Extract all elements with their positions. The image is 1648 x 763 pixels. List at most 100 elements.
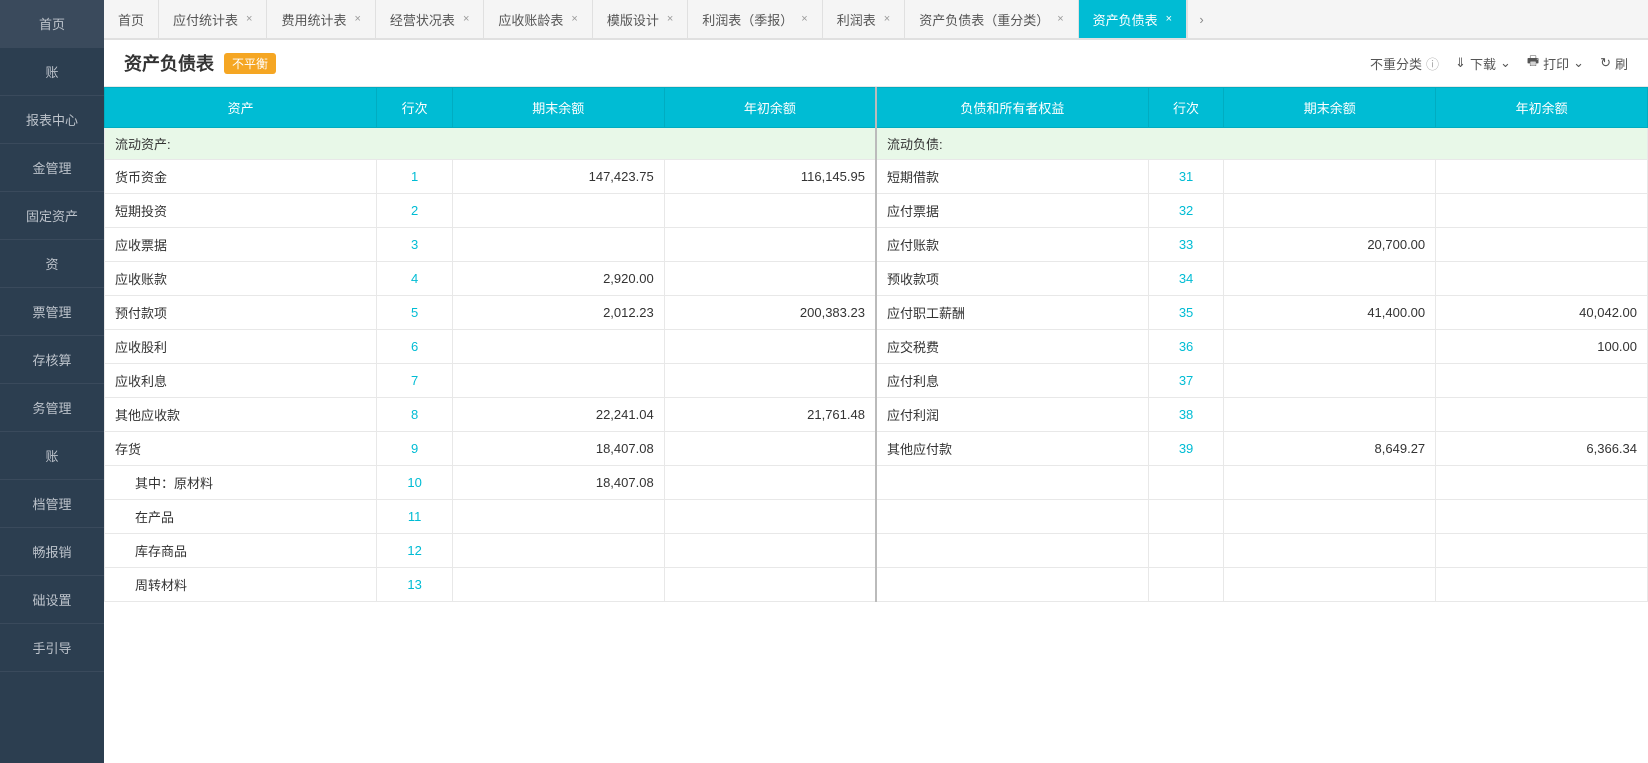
cell-liability-end-amount: 8,649.27 bbox=[1224, 432, 1436, 466]
sidebar-item-ticket-management[interactable]: 票管理 bbox=[0, 288, 104, 336]
cell-liability bbox=[876, 568, 1148, 602]
cell-liability: 其他应付款 bbox=[876, 432, 1148, 466]
cell-liability-row-num bbox=[1148, 568, 1224, 602]
cell-liability-row-num bbox=[1148, 500, 1224, 534]
sidebar-item-tax-management[interactable]: 务管理 bbox=[0, 384, 104, 432]
unbalanced-badge: 不平衡 bbox=[224, 53, 276, 74]
tab-close-receivable-aging[interactable]: × bbox=[571, 13, 577, 25]
sidebar-item-ledger[interactable]: 账 bbox=[0, 432, 104, 480]
tab-receivable-aging[interactable]: 应收账龄表 × bbox=[484, 0, 592, 39]
header-actions: 不重分类 ⓘ ⇓ 下载 ⌄ 🖶 打印 ⌄ ↻ 刷 bbox=[1370, 52, 1628, 74]
cell-liability-end-amount bbox=[1224, 568, 1436, 602]
tab-template-design[interactable]: 模版设计 × bbox=[593, 0, 688, 39]
section-current-assets-label: 流动资产: bbox=[105, 128, 876, 160]
sidebar-item-home[interactable]: 首页 bbox=[0, 0, 104, 48]
tab-close-template-design[interactable]: × bbox=[667, 13, 673, 25]
sidebar-item-fixed-assets[interactable]: 固定资产 bbox=[0, 192, 104, 240]
cell-begin-amount bbox=[664, 330, 876, 364]
table-row: 短期投资 2 应付票据 32 bbox=[105, 194, 1648, 228]
cell-liability-end-amount: 41,400.00 bbox=[1224, 296, 1436, 330]
header-begin-balance: 年初余额 bbox=[664, 88, 876, 128]
tab-close-payable-stats[interactable]: × bbox=[246, 13, 252, 25]
cell-liability-row-num: 32 bbox=[1148, 194, 1224, 228]
sidebar-item-basic-settings[interactable]: 础设置 bbox=[0, 576, 104, 624]
sidebar-item-inventory[interactable]: 存核算 bbox=[0, 336, 104, 384]
page-title-area: 资产负债表 不平衡 bbox=[124, 50, 276, 76]
cell-liability-end-amount bbox=[1224, 500, 1436, 534]
tab-scroll-right[interactable]: › bbox=[1187, 0, 1215, 39]
cell-end-amount bbox=[452, 194, 664, 228]
cell-begin-amount bbox=[664, 262, 876, 296]
tab-close-profit-quarterly[interactable]: × bbox=[801, 13, 807, 25]
sidebar-item-expense[interactable]: 畅报销 bbox=[0, 528, 104, 576]
tab-operation-status[interactable]: 经营状况表 × bbox=[376, 0, 484, 39]
cell-liability-end-amount bbox=[1224, 194, 1436, 228]
cell-row-num: 2 bbox=[377, 194, 453, 228]
print-chevron-icon: ⌄ bbox=[1573, 55, 1584, 71]
page-title: 资产负债表 bbox=[124, 50, 214, 76]
table-row: 应收账款 4 2,920.00 预收款项 34 bbox=[105, 262, 1648, 296]
cell-asset: 预付款项 bbox=[105, 296, 377, 330]
download-icon: ⇓ bbox=[1455, 55, 1466, 71]
cell-liability-row-num: 38 bbox=[1148, 398, 1224, 432]
table-row: 在产品 11 bbox=[105, 500, 1648, 534]
tab-payable-stats[interactable]: 应付统计表 × bbox=[159, 0, 267, 39]
table-row: 其他应收款 8 22,241.04 21,761.48 应付利润 38 bbox=[105, 398, 1648, 432]
tab-profit[interactable]: 利润表 × bbox=[823, 0, 905, 39]
cell-liability: 应付利息 bbox=[876, 364, 1148, 398]
cell-end-amount bbox=[452, 534, 664, 568]
table-header-row: 资产 行次 期末余额 年初余额 负债和所有者权益 行次 期末余额 年初余额 bbox=[105, 88, 1648, 128]
table-row: 其中：原材料 10 18,407.08 bbox=[105, 466, 1648, 500]
tab-close-balance-sheet[interactable]: × bbox=[1166, 13, 1172, 25]
sidebar-item-file-management[interactable]: 档管理 bbox=[0, 480, 104, 528]
section-current-liabilities-label: 流动负债: bbox=[876, 128, 1648, 160]
tab-close-operation-status[interactable]: × bbox=[463, 13, 469, 25]
cell-begin-amount bbox=[664, 364, 876, 398]
tab-balance-reclassified[interactable]: 资产负债表（重分类） × bbox=[905, 0, 1078, 39]
cell-liability-row-num bbox=[1148, 466, 1224, 500]
cell-end-amount: 18,407.08 bbox=[452, 432, 664, 466]
cell-liability-row-num bbox=[1148, 534, 1224, 568]
download-button[interactable]: ⇓ 下载 ⌄ bbox=[1455, 54, 1511, 73]
sidebar-item-account[interactable]: 账 bbox=[0, 48, 104, 96]
cell-end-amount bbox=[452, 568, 664, 602]
cell-end-amount: 2,012.23 bbox=[452, 296, 664, 330]
tab-balance-sheet[interactable]: 资产负债表 × bbox=[1079, 0, 1187, 39]
sidebar-item-assets[interactable]: 资 bbox=[0, 240, 104, 288]
tab-close-balance-reclassified[interactable]: × bbox=[1057, 13, 1063, 25]
cell-begin-amount bbox=[664, 432, 876, 466]
cell-row-num: 10 bbox=[377, 466, 453, 500]
header-liability-equity: 负债和所有者权益 bbox=[876, 88, 1148, 128]
cell-liability-begin-amount: 40,042.00 bbox=[1436, 296, 1648, 330]
question-icon: ⓘ bbox=[1426, 54, 1439, 73]
table-row: 周转材料 13 bbox=[105, 568, 1648, 602]
cell-end-amount bbox=[452, 364, 664, 398]
cell-asset: 其中：原材料 bbox=[105, 466, 377, 500]
sidebar-item-report-center[interactable]: 报表中心 bbox=[0, 96, 104, 144]
cell-asset: 应收票据 bbox=[105, 228, 377, 262]
refresh-button[interactable]: ↻ 刷 bbox=[1600, 54, 1628, 73]
cell-begin-amount bbox=[664, 194, 876, 228]
sidebar-item-guide[interactable]: 手引导 bbox=[0, 624, 104, 672]
print-button[interactable]: 🖶 打印 ⌄ bbox=[1527, 52, 1584, 74]
cell-asset: 在产品 bbox=[105, 500, 377, 534]
tab-expense-stats[interactable]: 费用统计表 × bbox=[267, 0, 375, 39]
cell-begin-amount bbox=[664, 500, 876, 534]
cell-liability bbox=[876, 534, 1148, 568]
header-end-balance: 期末余额 bbox=[452, 88, 664, 128]
cell-liability-end-amount: 20,700.00 bbox=[1224, 228, 1436, 262]
cell-begin-amount: 21,761.48 bbox=[664, 398, 876, 432]
tab-close-expense-stats[interactable]: × bbox=[354, 13, 360, 25]
cell-liability: 应付账款 bbox=[876, 228, 1148, 262]
cell-row-num: 1 bbox=[377, 160, 453, 194]
tab-close-profit[interactable]: × bbox=[884, 13, 890, 25]
cell-begin-amount: 116,145.95 bbox=[664, 160, 876, 194]
sidebar-item-fund-management[interactable]: 金管理 bbox=[0, 144, 104, 192]
table-row: 应收利息 7 应付利息 37 bbox=[105, 364, 1648, 398]
not-reclassify-option[interactable]: 不重分类 ⓘ bbox=[1370, 54, 1439, 73]
tab-home[interactable]: 首页 bbox=[104, 0, 159, 39]
cell-begin-amount bbox=[664, 228, 876, 262]
cell-liability-row-num: 33 bbox=[1148, 228, 1224, 262]
tab-profit-quarterly[interactable]: 利润表（季报） × bbox=[688, 0, 822, 39]
cell-end-amount: 2,920.00 bbox=[452, 262, 664, 296]
